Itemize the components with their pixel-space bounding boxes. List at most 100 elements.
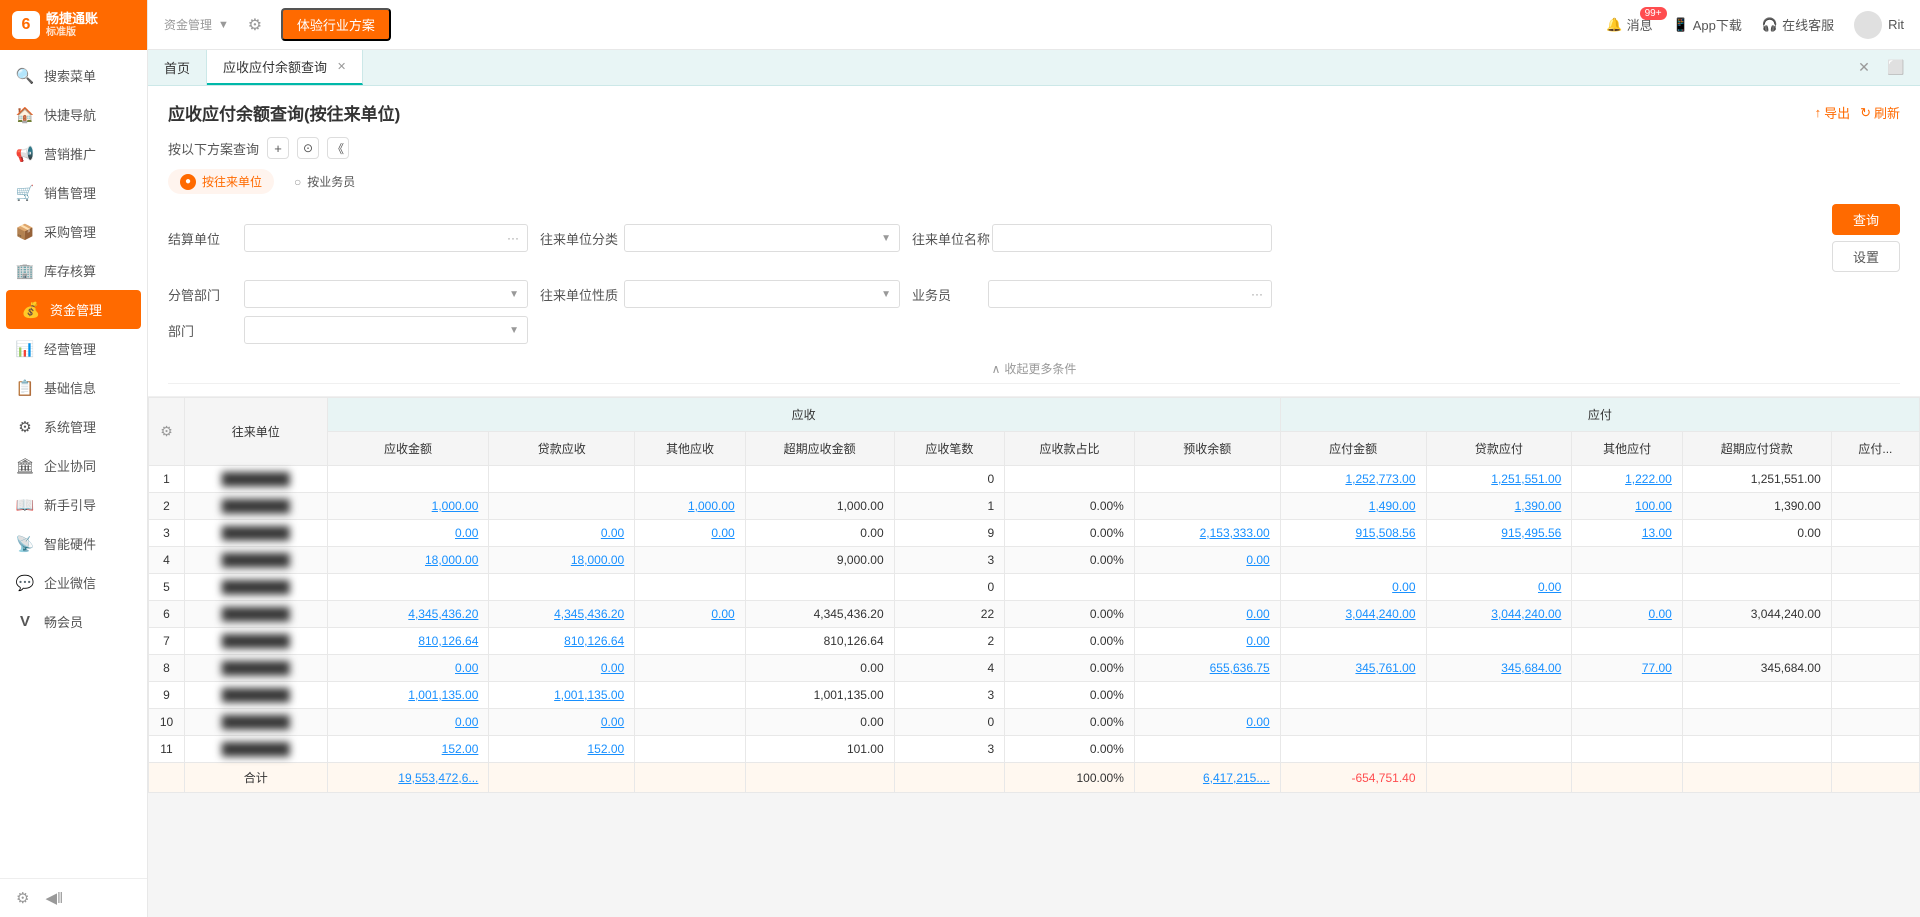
row-ar-advance: 0.00 [1134, 628, 1280, 655]
table-total-row: 合计 19,553,472,6... 100.00% 6,417,215....… [149, 763, 1920, 793]
dept-manage-input[interactable]: ▼ [244, 280, 528, 308]
sub-nav-partner[interactable]: ● 按往来单位 [168, 169, 274, 194]
row-ar-overdue: 1,001,135.00 [745, 682, 894, 709]
tab-close-window-icon[interactable]: ✕ [1852, 56, 1876, 80]
row-ap-loan [1426, 736, 1572, 763]
row-partner: ████████ [185, 682, 328, 709]
sidebar-item-sales[interactable]: 🛒 销售管理 [0, 173, 147, 212]
export-button[interactable]: ↑ 导出 [1815, 103, 1851, 122]
row-partner: ████████ [185, 520, 328, 547]
topbar-app-button[interactable]: 📱 App下载 [1673, 15, 1742, 34]
row-ap-overdue [1682, 628, 1831, 655]
partner-type-input[interactable]: ▼ [624, 224, 900, 252]
filter-add-button[interactable]: + [267, 137, 289, 159]
settings-bottom-icon[interactable]: ⚙ [16, 889, 29, 907]
row-ap-overdue [1682, 547, 1831, 574]
sidebar-item-marketing[interactable]: 📢 营销推广 [0, 134, 147, 173]
row-ar-overdue [745, 574, 894, 601]
row-num: 9 [149, 682, 185, 709]
sidebar-item-label: 畅会员 [44, 612, 83, 631]
breadcrumb-down-icon[interactable]: ▼ [218, 19, 229, 31]
sidebar-item-enterprise[interactable]: 🏛 企业协同 [0, 446, 147, 485]
row-ap-amount: 3,044,240.00 [1280, 601, 1426, 628]
salesperson-input[interactable]: ··· [988, 280, 1272, 308]
sub-nav-salesperson[interactable]: ○ 按业务员 [282, 169, 367, 194]
tab-home[interactable]: 首页 [148, 50, 207, 85]
sidebar-item-system[interactable]: ⚙ 系统管理 [0, 407, 147, 446]
sidebar-item-label: 系统管理 [44, 417, 96, 436]
sidebar-item-shortcut[interactable]: 🏠 快捷导航 [0, 95, 147, 134]
username[interactable]: Rit [1888, 17, 1904, 32]
partner-name-label: 往来单位名称 [912, 229, 986, 248]
row-ar-amount: 4,345,436.20 [327, 601, 489, 628]
row-ar-count: 4 [894, 655, 1005, 682]
clipboard-icon: 📋 [16, 379, 34, 397]
row-num: 3 [149, 520, 185, 547]
total-label-cell [149, 763, 185, 793]
row-ap-overdue [1682, 736, 1831, 763]
th-ar-group: 应收 [327, 398, 1280, 432]
total-ar-ratio: 100.00% [1005, 763, 1135, 793]
settlement-dots-icon[interactable]: ··· [507, 231, 519, 245]
sidebar-item-vip[interactable]: V 畅会员 [0, 602, 147, 641]
collapse-more-button[interactable]: ∧ 收起更多条件 [168, 354, 1900, 384]
collapse-sidebar-icon[interactable]: ◀‖ [45, 889, 63, 907]
app-label: App下载 [1693, 15, 1742, 34]
partner-nature-input[interactable]: ▼ [624, 280, 900, 308]
total-ar-amount: 19,553,472,6... [327, 763, 489, 793]
row-ap-loan: 0.00 [1426, 574, 1572, 601]
sidebar-item-operations[interactable]: 📊 经营管理 [0, 329, 147, 368]
row-ar-overdue: 4,345,436.20 [745, 601, 894, 628]
sidebar-item-guide[interactable]: 📖 新手引导 [0, 485, 147, 524]
row-ar-other [635, 466, 746, 493]
topbar-gear-icon[interactable]: ⚙ [241, 11, 269, 39]
row-ap-overdue: 3,044,240.00 [1682, 601, 1831, 628]
row-ar-amount: 18,000.00 [327, 547, 489, 574]
filter-set-button[interactable]: ⊙ [297, 137, 319, 159]
row-ar-other: 0.00 [635, 520, 746, 547]
partner-name-input[interactable] [992, 224, 1272, 252]
query-button[interactable]: 查询 [1832, 204, 1900, 235]
topbar-service-button[interactable]: 🎧 在线客服 [1762, 15, 1834, 34]
cart-icon: 🛒 [16, 184, 34, 202]
tab-maximize-icon[interactable]: ⬜ [1884, 56, 1908, 80]
settings-button[interactable]: 设置 [1832, 241, 1900, 272]
row-ar-overdue: 9,000.00 [745, 547, 894, 574]
sidebar-item-wechat[interactable]: 💬 企业微信 [0, 563, 147, 602]
tab-close-icon[interactable]: ✕ [337, 60, 346, 73]
row-ar-count: 3 [894, 547, 1005, 574]
sidebar-item-basic[interactable]: 📋 基础信息 [0, 368, 147, 407]
refresh-button[interactable]: ↻ 刷新 [1860, 103, 1900, 122]
filter-collapse-button[interactable]: 《 [327, 137, 349, 159]
row-ar-count: 3 [894, 682, 1005, 709]
sidebar-item-purchase[interactable]: 📦 采购管理 [0, 212, 147, 251]
salesperson-dots-icon[interactable]: ··· [1251, 287, 1263, 301]
vip-icon: V [16, 613, 34, 631]
sidebar-item-search[interactable]: 🔍 搜索菜单 [0, 56, 147, 95]
settlement-input[interactable]: ··· [244, 224, 528, 252]
tab-arbalance[interactable]: 应收应付余额查询 ✕ [207, 50, 363, 85]
row-ar-overdue: 0.00 [745, 709, 894, 736]
chat-icon: 💬 [16, 574, 34, 592]
row-ap-amount [1280, 628, 1426, 655]
table-settings-gear-icon[interactable]: ⚙ [160, 423, 173, 439]
megaphone-icon: 📢 [16, 145, 34, 163]
sidebar-item-inventory[interactable]: 🏢 库存核算 [0, 251, 147, 290]
sidebar-bottom: ⚙ ◀‖ [0, 878, 147, 917]
logo-icon: 6 [12, 11, 40, 39]
row-ap-amount: 345,761.00 [1280, 655, 1426, 682]
topbar-msg-button[interactable]: 🔔 消息 99+ [1606, 15, 1652, 34]
table-row: 1 ████████ 0 1,252,773.00 1,251,551.00 1… [149, 466, 1920, 493]
row-partner: ████████ [185, 655, 328, 682]
dept-input[interactable]: ▼ [244, 316, 528, 344]
sidebar-item-label: 销售管理 [44, 183, 96, 202]
dept-manage-label: 分管部门 [168, 285, 238, 304]
row-ap-overdue: 1,251,551.00 [1682, 466, 1831, 493]
row-ar-other: 1,000.00 [635, 493, 746, 520]
main-content: 应收应付余额查询(按往来单位) ↑ 导出 ↻ 刷新 按以下方案查询 + ⊙ 《 … [148, 86, 1920, 917]
promo-button[interactable]: 体验行业方案 [281, 8, 391, 41]
filter-row-1: 结算单位 ··· 往来单位分类 ▼ 往来单位名称 [168, 204, 1900, 272]
tabbar: 首页 应收应付余额查询 ✕ ✕ ⬜ [148, 50, 1920, 86]
sidebar-item-finance[interactable]: 💰 资金管理 [6, 290, 141, 329]
sidebar-item-hardware[interactable]: 📡 智能硬件 [0, 524, 147, 563]
